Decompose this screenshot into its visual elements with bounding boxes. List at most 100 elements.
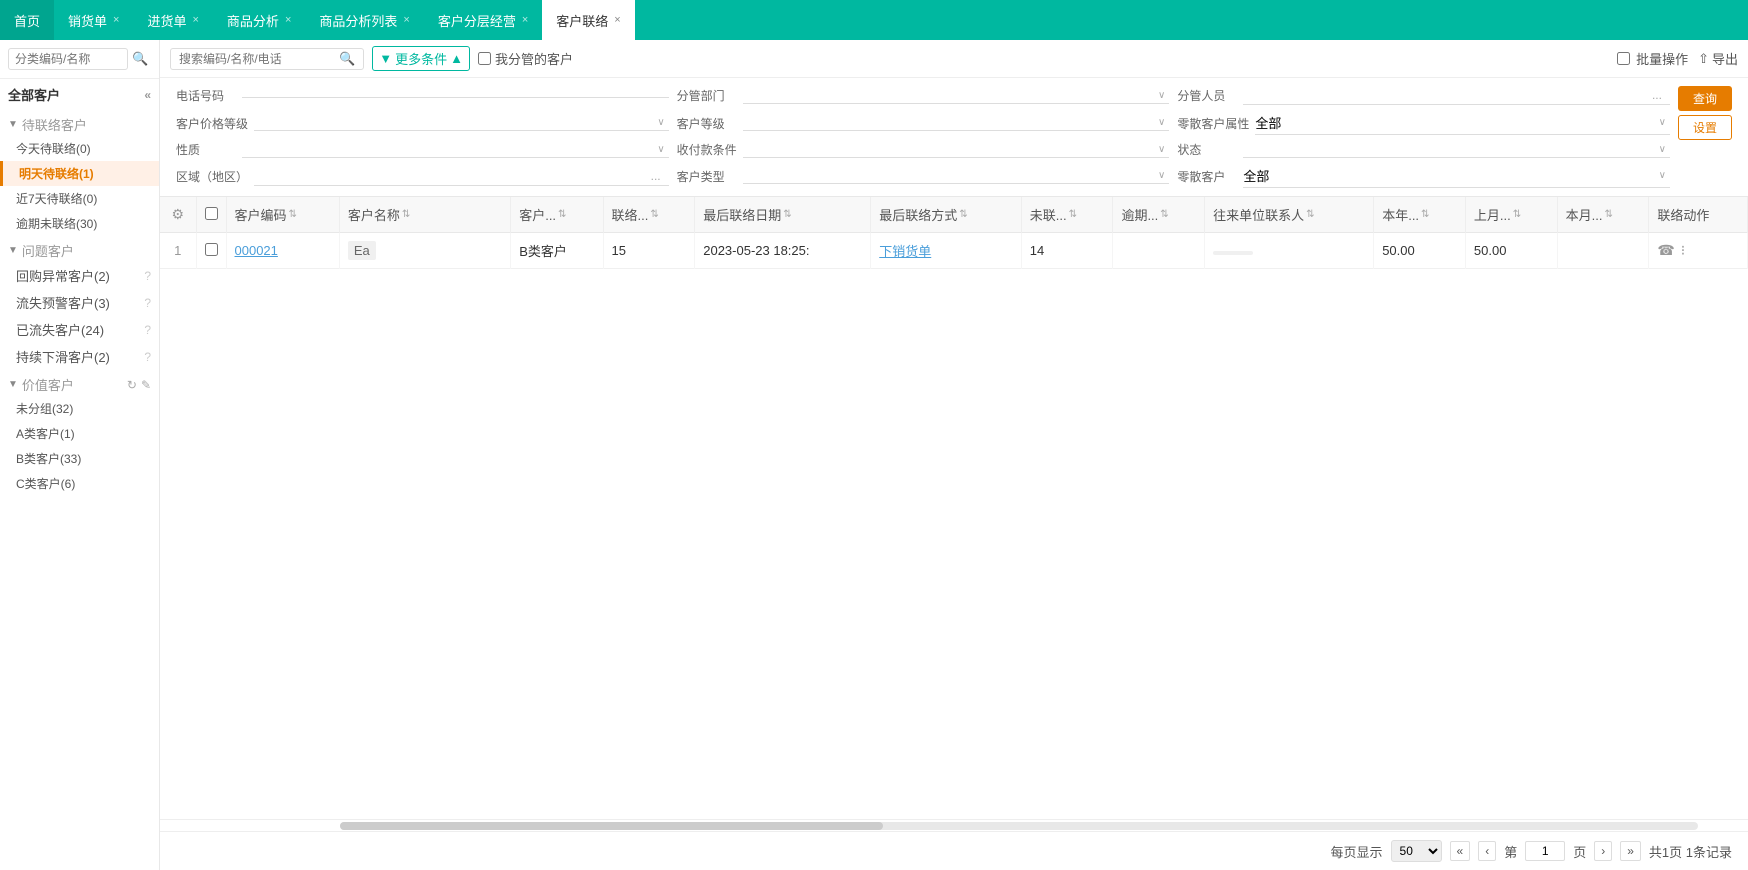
sidebar-item-churned[interactable]: 已流失客户(24) ? bbox=[0, 316, 159, 343]
dept-select[interactable]: ∨ bbox=[743, 88, 1170, 104]
nav-home[interactable]: 首页 bbox=[0, 0, 54, 40]
filter-nature: 性质 ∨ bbox=[176, 141, 669, 158]
scrollbar-thumb[interactable] bbox=[340, 822, 883, 830]
filter-customer-tier: 客户等级 ∨ bbox=[677, 115, 1170, 132]
th-overdue[interactable]: 逾期... ⇅ bbox=[1113, 197, 1205, 233]
search-button[interactable]: 🔍 bbox=[339, 51, 355, 67]
th-this-month[interactable]: 本月... ⇅ bbox=[1557, 197, 1649, 233]
th-last-month[interactable]: 上月... ⇅ bbox=[1465, 197, 1557, 233]
close-customer-contact-tab[interactable]: × bbox=[614, 14, 620, 26]
region-ellipsis[interactable]: ... bbox=[647, 169, 665, 183]
nature-select[interactable]: ∨ bbox=[242, 142, 669, 158]
customer-code-link[interactable]: 000021 bbox=[235, 243, 278, 258]
status-select[interactable]: ∨ bbox=[1243, 142, 1670, 158]
prev-page-button[interactable]: ‹ bbox=[1478, 841, 1496, 861]
th-tier[interactable]: 客户... ⇅ bbox=[511, 197, 603, 233]
batch-op-button[interactable]: 批量操作 bbox=[1617, 49, 1688, 68]
question-icon-3: ? bbox=[144, 323, 151, 337]
close-sales-tab[interactable]: × bbox=[113, 14, 119, 26]
row-overdue bbox=[1113, 233, 1205, 269]
customer-tier-select[interactable]: ∨ bbox=[743, 115, 1170, 131]
sidebar-item-week-contact[interactable]: 近7天待联络(0) bbox=[0, 186, 159, 211]
th-this-year[interactable]: 本年... ⇅ bbox=[1374, 197, 1466, 233]
settings-button[interactable]: 设置 bbox=[1678, 115, 1732, 140]
grid-action-icon[interactable]: ⁝ bbox=[1681, 242, 1685, 259]
sidebar-item-repurchase-abnormal[interactable]: 回购异常客户(2) ? bbox=[0, 262, 159, 289]
filter-phone: 电话号码 bbox=[176, 87, 669, 104]
edit-icon[interactable]: ✎ bbox=[141, 378, 151, 392]
retail-attr-select[interactable]: 全部 ∨ bbox=[1255, 111, 1670, 135]
close-purchase-tab[interactable]: × bbox=[192, 14, 198, 26]
group-value-customers: ▼ 价值客户 ↻ ✎ bbox=[0, 370, 159, 396]
sidebar-search-input[interactable] bbox=[8, 48, 128, 70]
sort-icon-overdue: ⇅ bbox=[1160, 209, 1168, 220]
person-select[interactable]: ... bbox=[1243, 86, 1670, 105]
retail-customer-chevron: ∨ bbox=[1659, 170, 1666, 181]
row-select-checkbox[interactable] bbox=[205, 243, 218, 256]
last-method-link[interactable]: 下销货单 bbox=[879, 244, 931, 259]
nav-customer-tier[interactable]: 客户分层经营 × bbox=[424, 0, 542, 40]
first-page-button[interactable]: « bbox=[1450, 841, 1471, 861]
th-code[interactable]: 客户编码 ⇅ bbox=[226, 197, 339, 233]
sidebar-item-ungrouped[interactable]: 未分组(32) bbox=[0, 396, 159, 421]
sidebar-item-tier-a[interactable]: A类客户(1) bbox=[0, 421, 159, 446]
sidebar-item-tier-c[interactable]: C类客户(6) bbox=[0, 471, 159, 496]
nav-goods-analysis-list[interactable]: 商品分析列表 × bbox=[305, 0, 423, 40]
my-customers-checkbox[interactable]: 我分管的客户 bbox=[478, 49, 573, 68]
close-customer-tier-tab[interactable]: × bbox=[522, 14, 528, 26]
filter-customer-type: 客户类型 ∨ bbox=[677, 168, 1170, 185]
filter-retail-attr: 零散客户属性 全部 ∨ bbox=[1177, 111, 1670, 135]
row-code: 000021 bbox=[226, 233, 339, 269]
th-uncontacted[interactable]: 未联... ⇅ bbox=[1021, 197, 1113, 233]
batch-checkbox[interactable] bbox=[1617, 52, 1630, 65]
gear-settings-icon[interactable]: ⚙ bbox=[171, 206, 184, 222]
refresh-icon[interactable]: ↻ bbox=[127, 378, 137, 392]
sidebar-item-tomorrow-contact[interactable]: 明天待联络(1) bbox=[0, 161, 159, 186]
phone-action-icon[interactable]: ☎ bbox=[1657, 242, 1674, 259]
my-customers-check[interactable] bbox=[478, 52, 491, 65]
th-name[interactable]: 客户名称 ⇅ bbox=[339, 197, 510, 233]
export-button[interactable]: ⇧ 导出 bbox=[1698, 49, 1738, 68]
nav-goods-analysis[interactable]: 商品分析 × bbox=[213, 0, 305, 40]
th-contact-count[interactable]: 联络... ⇅ bbox=[603, 197, 695, 233]
customer-type-select[interactable]: ∨ bbox=[743, 168, 1170, 184]
person-ellipsis[interactable]: ... bbox=[1648, 88, 1666, 102]
region-select[interactable]: ... bbox=[254, 167, 669, 186]
sidebar-item-tier-b[interactable]: B类客户(33) bbox=[0, 446, 159, 471]
close-goods-analysis-tab[interactable]: × bbox=[285, 14, 291, 26]
page-number-input[interactable] bbox=[1525, 841, 1565, 861]
nav-customer-contact[interactable]: 客户联络 × bbox=[542, 0, 634, 40]
sidebar-item-churn-warning[interactable]: 流失预警客户(3) ? bbox=[0, 289, 159, 316]
query-button[interactable]: 查询 bbox=[1678, 86, 1732, 111]
more-filters-button[interactable]: ▼ 更多条件 ▲ bbox=[372, 46, 470, 71]
horizontal-scrollbar[interactable] bbox=[160, 819, 1748, 831]
th-last-method[interactable]: 最后联络方式 ⇅ bbox=[871, 197, 1022, 233]
row-checkbox bbox=[196, 233, 226, 269]
th-last-date[interactable]: 最后联络日期 ⇅ bbox=[695, 197, 871, 233]
sidebar-item-declining[interactable]: 持续下滑客户(2) ? bbox=[0, 343, 159, 370]
phone-input[interactable] bbox=[242, 93, 669, 98]
payment-select[interactable]: ∨ bbox=[743, 142, 1170, 158]
close-goods-analysis-list-tab[interactable]: × bbox=[403, 14, 409, 26]
sidebar-item-overdue-contact[interactable]: 逾期未联络(30) bbox=[0, 211, 159, 236]
customer-type-chevron: ∨ bbox=[1158, 170, 1165, 181]
filter-person: 分管人员 ... bbox=[1177, 86, 1670, 105]
all-customers-header[interactable]: 全部客户 « bbox=[0, 79, 159, 110]
filter-row-2: 客户价格等级 ∨ 客户等级 ∨ bbox=[176, 111, 1670, 135]
price-tier-label: 客户价格等级 bbox=[176, 115, 248, 132]
search-input[interactable] bbox=[179, 52, 339, 66]
nav-sales[interactable]: 销货单 × bbox=[54, 0, 133, 40]
th-action: 联络动作 bbox=[1649, 197, 1748, 233]
sidebar-search-icon[interactable]: 🔍 bbox=[132, 51, 148, 67]
page-size-select[interactable]: 50 100 200 bbox=[1391, 840, 1442, 862]
last-page-button[interactable]: » bbox=[1620, 841, 1641, 861]
next-page-button[interactable]: › bbox=[1594, 841, 1612, 861]
sidebar-item-today-contact[interactable]: 今天待联络(0) bbox=[0, 136, 159, 161]
retail-customer-select[interactable]: 全部 ∨ bbox=[1243, 164, 1670, 188]
th-contact-person[interactable]: 往来单位联系人 ⇅ bbox=[1205, 197, 1374, 233]
nav-purchase[interactable]: 进货单 × bbox=[133, 0, 212, 40]
nature-chevron: ∨ bbox=[657, 144, 664, 155]
price-tier-select[interactable]: ∨ bbox=[254, 115, 669, 131]
chevron-up-icon: ▲ bbox=[450, 51, 463, 66]
select-all-checkbox[interactable] bbox=[205, 207, 218, 220]
